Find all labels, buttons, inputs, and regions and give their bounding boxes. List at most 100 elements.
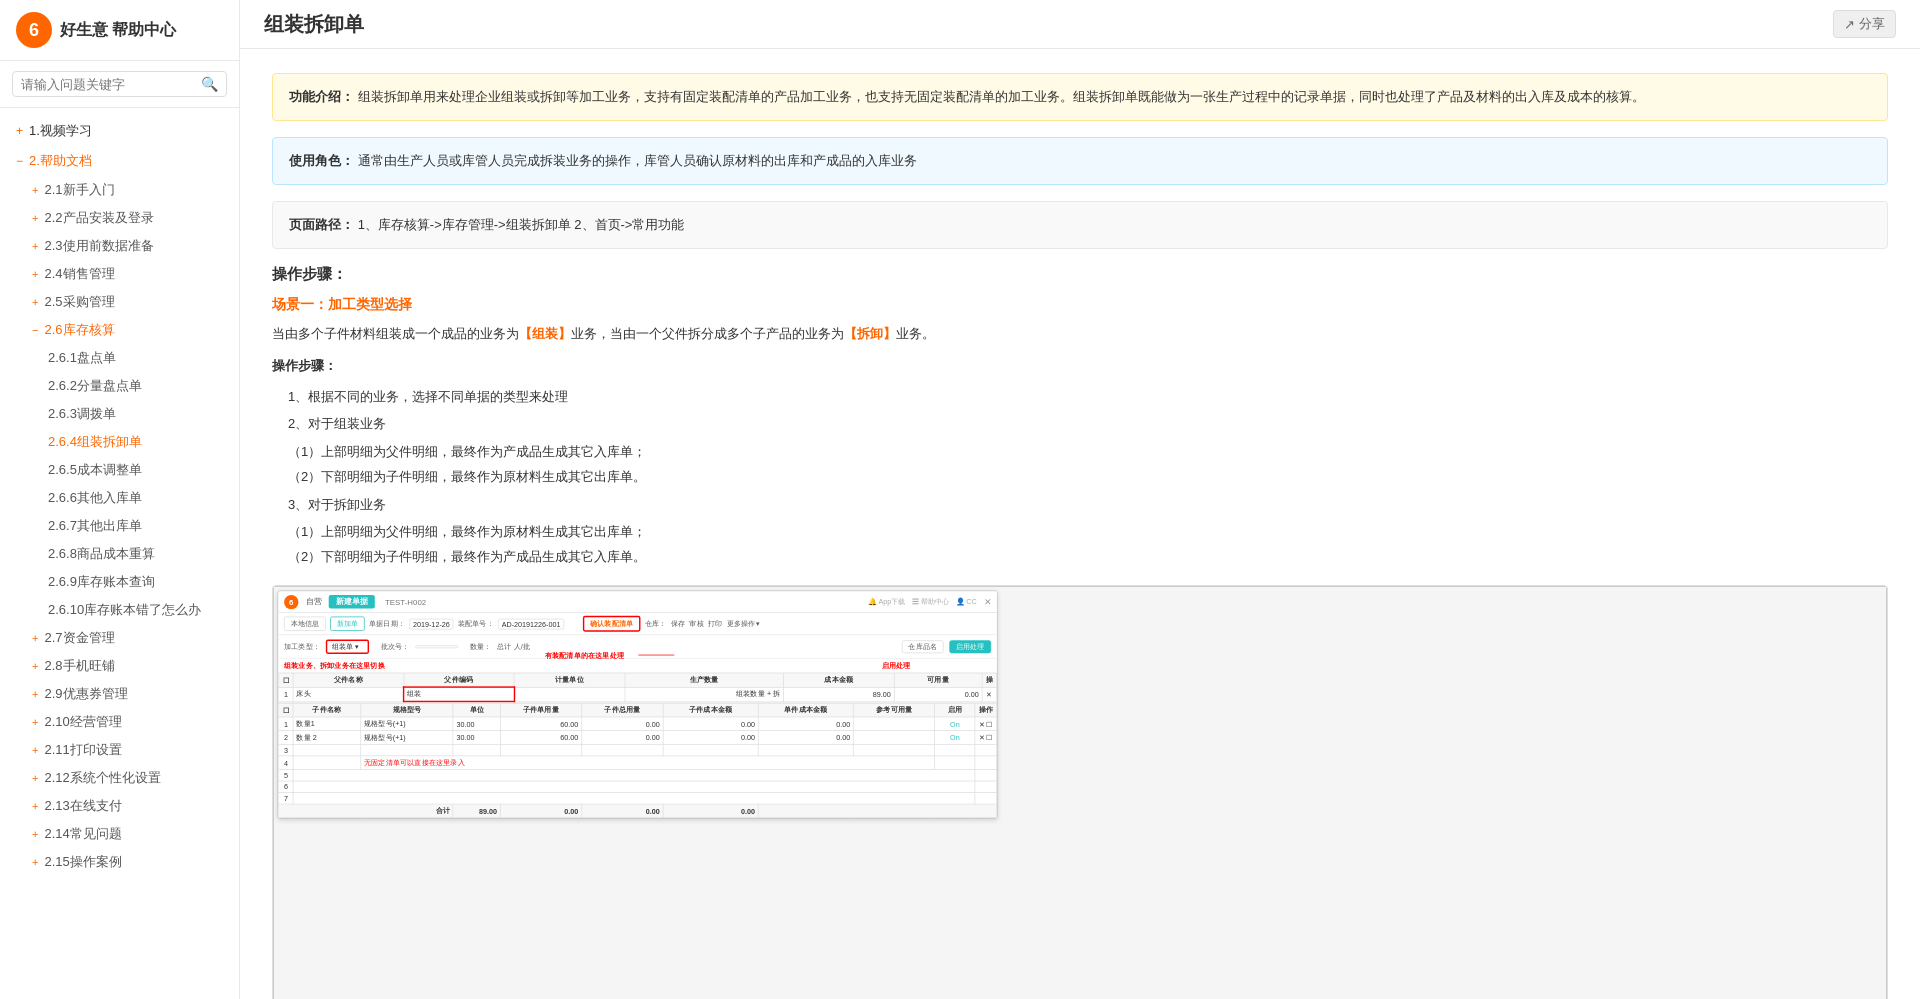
sub-expand-icon: +	[32, 184, 38, 196]
func-intro-label: 功能介绍：	[289, 89, 354, 104]
logo-text: 好生意 帮助中心	[60, 20, 176, 41]
sidebar-item-2-6-8[interactable]: 2.6.8商品成本重算	[16, 540, 239, 568]
sidebar-item-video[interactable]: + 1.视频学习	[0, 116, 239, 146]
sim-child-td-cost2: 0.00	[758, 717, 853, 731]
logo-icon: 6	[16, 12, 52, 48]
sidebar-item-2-1[interactable]: + 2.1新手入门	[16, 176, 239, 204]
sim-type-input[interactable]: 组装单 ▾	[326, 639, 369, 653]
ops-title: 操作步骤：	[272, 265, 1888, 284]
step-3-subs: （1）上部明细为父件明细，最终作为原材料生成其它出库单； （2）下部明细为子件明…	[288, 520, 1888, 569]
sidebar-item-label: 2.11打印设置	[44, 741, 121, 759]
screenshot-container: 6 自营 新建单据 TEST-H002 🔔 App下载 ☰ 帮助中心 👤 CC …	[272, 585, 1888, 999]
sim-child-td-spec2: 规格型号(+1)	[361, 730, 454, 744]
sidebar-item-2-6-10[interactable]: 2.6.10库存账本错了怎么办	[16, 596, 239, 624]
sim-child-th-ops: 操作	[975, 703, 997, 717]
sim-child-row-2: 2 数量 2 规格型号(+1) 30.00 60.00 0.00 0.00 0.…	[279, 730, 997, 744]
search-box[interactable]: 🔍	[12, 71, 227, 97]
sim-child-th-unit: 单位	[453, 703, 500, 717]
sim-child-td-num3: 3	[279, 744, 293, 756]
sidebar-item-2-6-2[interactable]: 2.6.2分量盘点单	[16, 372, 239, 400]
sim-topbar: 6 自营 新建单据 TEST-H002 🔔 App下载 ☰ 帮助中心 👤 CC …	[278, 591, 997, 613]
sim-child-td-unit3	[453, 744, 500, 756]
sim-child-td-name3	[293, 744, 361, 756]
sidebar-item-2-11[interactable]: + 2.11打印设置	[16, 736, 239, 764]
sim-close-icon[interactable]: ✕	[984, 597, 991, 607]
scene1-title: 场景一：加工类型选择	[272, 296, 1888, 314]
sim-child-th-code: 规格型号	[361, 703, 454, 717]
sidebar-item-2-6-9[interactable]: 2.6.9库存账本查询	[16, 568, 239, 596]
sub-expand-icon: +	[32, 800, 38, 812]
sidebar-item-2-7[interactable]: + 2.7资金管理	[16, 624, 239, 652]
sim-child-td-avail2	[853, 730, 934, 744]
sim-child-td-action7[interactable]	[975, 792, 997, 804]
sidebar-item-label: 2.6.5成本调整单	[48, 461, 142, 479]
search-input[interactable]	[21, 77, 201, 92]
sidebar-item-2-8[interactable]: + 2.8手机旺铺	[16, 652, 239, 680]
role-block: 使用角色： 通常由生产人员或库管人员完成拆装业务的操作，库管人员确认原材料的出库…	[272, 137, 1888, 185]
sim-tab-new[interactable]: 新加单	[330, 616, 365, 630]
sidebar-item-2-6-4[interactable]: 2.6.4组装拆卸单	[16, 428, 239, 456]
sub-expand-icon: +	[32, 268, 38, 280]
sim-confirm-bom-btn[interactable]: 确认装配清单	[583, 616, 641, 632]
annotation-apply: 启用处理	[882, 660, 911, 670]
sim-num-label: 批次号：	[381, 642, 410, 652]
ops-steps-title: 操作步骤：	[272, 354, 1888, 377]
sidebar-item-2-3[interactable]: + 2.3使用前数据准备	[16, 232, 239, 260]
sidebar-item-2-6-1[interactable]: 2.6.1盘点单	[16, 344, 239, 372]
annotation-manual: 无固定清单可以直接在这里录入	[361, 756, 935, 770]
sidebar-item-2-15[interactable]: + 2.15操作案例	[16, 848, 239, 876]
sidebar-item-2-6-5[interactable]: 2.6.5成本调整单	[16, 456, 239, 484]
top-bar: 组装拆卸单 ↗ 分享	[240, 0, 1920, 49]
sidebar-item-2-6[interactable]: − 2.6库存核算	[16, 316, 239, 344]
sim-apply-btn[interactable]: 启用处理	[949, 640, 991, 653]
sidebar-item-2-14[interactable]: + 2.14常见问题	[16, 820, 239, 848]
sim-th-check: ☐	[279, 673, 293, 687]
sim-save-label: 保存	[671, 618, 685, 628]
sim-child-td-cost6	[758, 744, 853, 756]
screenshot-height-placeholder	[274, 977, 1886, 999]
sidebar-item-label: 2.6.7其他出库单	[48, 517, 142, 535]
sim-tab-local[interactable]: 本地信息	[284, 616, 326, 630]
sim-child-td-action4[interactable]	[975, 756, 997, 770]
share-label: 分享	[1859, 15, 1885, 33]
collapse-icon: −	[16, 154, 23, 168]
sim-batch-input[interactable]	[415, 645, 458, 648]
sidebar-item-2-6-3[interactable]: 2.6.3调拨单	[16, 400, 239, 428]
sidebar-item-label: 2.9优惠券管理	[44, 685, 127, 703]
sidebar-item-2-6-7[interactable]: 2.6.7其他出库单	[16, 512, 239, 540]
sim-child-td-action2[interactable]: ✕ ☐	[975, 730, 997, 744]
sidebar-item-2-2[interactable]: + 2.2产品安装及登录	[16, 204, 239, 232]
annotation-switch: 组装业务、拆卸业务在这里切换	[284, 660, 385, 670]
sim-child-td-spec1: 规格型号(+1)	[361, 717, 454, 731]
sim-child-td-name4	[293, 756, 361, 770]
sim-child-td-avail3	[853, 744, 934, 756]
sim-child-td-action6[interactable]	[975, 781, 997, 793]
sub-expand-icon: +	[32, 744, 38, 756]
sidebar-item-2-13[interactable]: + 2.13在线支付	[16, 792, 239, 820]
search-icon[interactable]: 🔍	[201, 76, 218, 92]
sidebar-item-docs[interactable]: − 2.帮助文档	[0, 146, 239, 176]
annotation-arrow1	[638, 654, 674, 655]
share-button[interactable]: ↗ 分享	[1833, 10, 1896, 38]
sidebar-item-2-12[interactable]: + 2.12系统个性化设置	[16, 764, 239, 792]
sim-child-td-sub-total3	[582, 744, 663, 756]
sim-child-th-avail: 参考可用量	[853, 703, 934, 717]
sim-child-td-action5[interactable]	[975, 769, 997, 781]
step-1: 1、根据不同的业务，选择不同单据的类型来处理	[288, 385, 1888, 408]
sidebar-item-2-9[interactable]: + 2.9优惠券管理	[16, 680, 239, 708]
sidebar-item-2-10[interactable]: + 2.10经营管理	[16, 708, 239, 736]
sim-total-qty1: 0.00	[500, 804, 581, 818]
sim-child-td-sub-total1: 0.00	[582, 717, 663, 731]
sidebar-item-2-4[interactable]: + 2.4销售管理	[16, 260, 239, 288]
sim-td-action[interactable]: ✕	[982, 687, 996, 701]
sidebar-item-2-5[interactable]: + 2.5采购管理	[16, 288, 239, 316]
sim-child-td-action3[interactable]	[975, 744, 997, 756]
sim-more-label: 更多操作▾	[727, 618, 759, 628]
sub-expand-icon: +	[32, 716, 38, 728]
sim-child-td-action1[interactable]: ✕ ☐	[975, 717, 997, 731]
nav-area: + 1.视频学习 − 2.帮助文档 + 2.1新手入门 + 2.2产品安装及登录…	[0, 108, 239, 999]
sidebar-item-2-6-6[interactable]: 2.6.6其他入库单	[16, 484, 239, 512]
step-3-sub-1: （1）上部明细为父件明细，最终作为原材料生成其它出库单；	[288, 520, 1888, 543]
sim-child-td-num5: 5	[279, 769, 293, 781]
expand-icon: +	[16, 124, 23, 138]
